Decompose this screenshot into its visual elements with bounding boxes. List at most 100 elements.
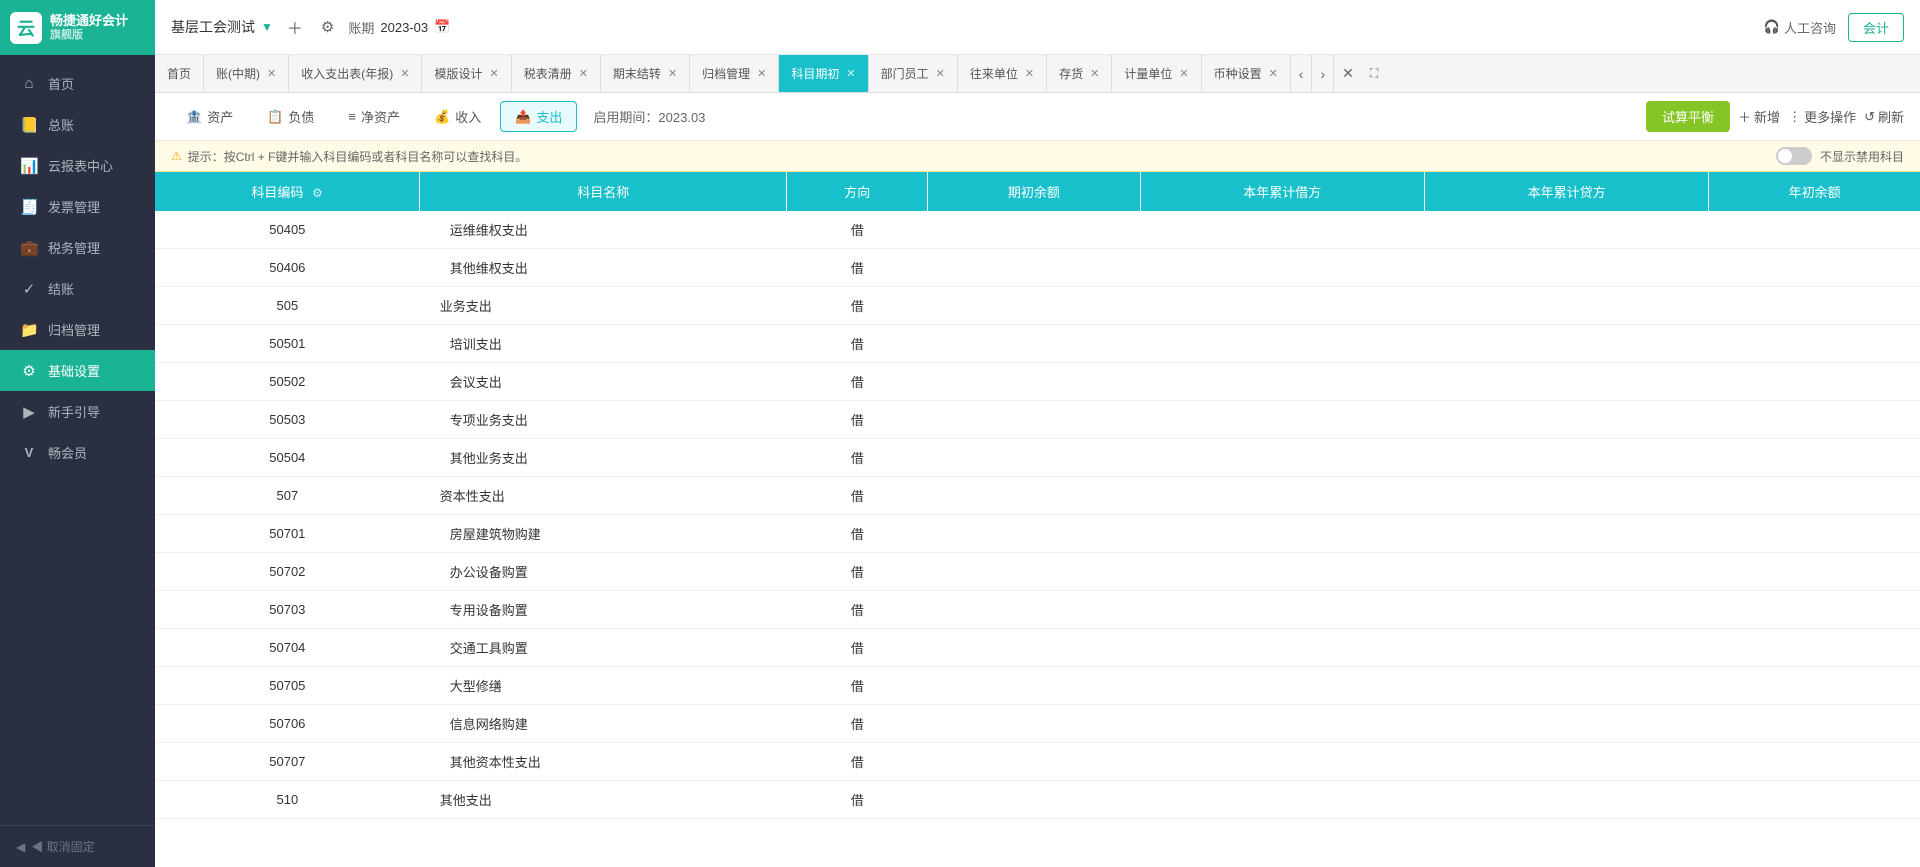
subtab-expenditure[interactable]: 📤 支出 — [500, 101, 577, 132]
balance-button[interactable]: 试算平衡 — [1646, 101, 1730, 132]
more-button[interactable]: ⋮ 更多操作 — [1788, 107, 1856, 126]
table-row[interactable]: 50503 专项业务支出 借 — [155, 401, 1920, 439]
sidebar-item-checkout[interactable]: ✓ 结账 — [0, 268, 155, 309]
tab-close-all-button[interactable]: ✕ — [1334, 55, 1362, 92]
add-button[interactable]: ＋ + 新增 新增 — [1738, 107, 1780, 126]
table-row[interactable]: 50704 交通工具购置 借 — [155, 629, 1920, 667]
table-row[interactable]: 505 业务支出 借 — [155, 287, 1920, 325]
cell-opening — [928, 629, 1141, 667]
tab-expand-button[interactable]: ⛶ — [1362, 55, 1386, 92]
tab-period-end[interactable]: 期末结转 ✕ — [601, 55, 690, 92]
tab-close-inventory[interactable]: ✕ — [1090, 67, 1099, 80]
table-row[interactable]: 50705 大型修缮 借 — [155, 667, 1920, 705]
tab-close-tax[interactable]: ✕ — [579, 67, 588, 80]
ledger-icon: 📒 — [20, 116, 38, 134]
sidebar-label-ledger: 总账 — [48, 115, 74, 134]
table-row[interactable]: 50405 运维维权支出 借 — [155, 211, 1920, 249]
cell-code: 50704 — [155, 629, 420, 667]
cell-year-opening — [1709, 515, 1920, 553]
sidebar-label-tax: 税务管理 — [48, 238, 100, 257]
cell-ytd-debit — [1140, 705, 1424, 743]
sidebar-item-settings[interactable]: ⚙ 基础设置 — [0, 350, 155, 391]
calendar-icon[interactable]: 📅 — [434, 19, 450, 35]
user-role-button[interactable]: 会计 — [1848, 13, 1904, 42]
subtab-net-asset[interactable]: ≡ 净资产 — [333, 101, 415, 132]
sidebar-collapse-btn[interactable]: ◀ ◀ 取消固定 — [0, 825, 155, 867]
support-button[interactable]: 🎧 人工咨询 — [1764, 18, 1836, 37]
tab-archive[interactable]: 归档管理 ✕ — [690, 55, 779, 92]
tab-inventory[interactable]: 存货 ✕ — [1047, 55, 1112, 92]
tab-close-template[interactable]: ✕ — [489, 67, 498, 80]
tab-prev-button[interactable]: ‹ — [1291, 55, 1313, 92]
tab-income-label: 收入支出表(年报) — [301, 65, 393, 82]
sidebar-item-guide[interactable]: ▶ 新手引导 — [0, 391, 155, 432]
tab-close-archive[interactable]: ✕ — [757, 67, 766, 80]
sidebar-item-archive[interactable]: 📁 归档管理 — [0, 309, 155, 350]
cell-opening — [928, 287, 1141, 325]
tab-close-dept[interactable]: ✕ — [936, 67, 945, 80]
cell-code: 50501 — [155, 325, 420, 363]
sidebar-item-ledger[interactable]: 📒 总账 — [0, 104, 155, 145]
tab-tax[interactable]: 税表清册 ✕ — [512, 55, 601, 92]
disable-toggle[interactable] — [1776, 147, 1812, 165]
tab-home[interactable]: 首页 — [155, 55, 204, 92]
topbar: 基层工会测试 ▼ ＋ ⚙ 账期 2023-03 📅 🎧 人工咨询 会计 — [155, 0, 1920, 55]
project-selector[interactable]: 基层工会测试 ▼ — [171, 17, 273, 37]
tab-close-currency[interactable]: ✕ — [1269, 67, 1278, 80]
tab-close-period-end[interactable]: ✕ — [668, 67, 677, 80]
tab-close-income[interactable]: ✕ — [400, 67, 409, 80]
table-row[interactable]: 510 其他支出 借 — [155, 781, 1920, 819]
cell-name: 培训支出 — [420, 325, 787, 363]
tab-dept[interactable]: 部门员工 ✕ — [869, 55, 958, 92]
table-row[interactable]: 50703 专用设备购置 借 — [155, 591, 1920, 629]
tab-period[interactable]: 账(中期) ✕ — [204, 55, 289, 92]
tab-unit[interactable]: 计量单位 ✕ — [1112, 55, 1201, 92]
tab-close-unit[interactable]: ✕ — [1179, 67, 1188, 80]
period-label: 账期 — [348, 18, 374, 37]
sidebar-item-member[interactable]: V 畅会员 — [0, 432, 155, 473]
subtab-asset[interactable]: 🏦 资产 — [171, 101, 248, 132]
table-row[interactable]: 50502 会议支出 借 — [155, 363, 1920, 401]
cell-year-opening — [1709, 705, 1920, 743]
cell-ytd-debit — [1140, 781, 1424, 819]
cell-code: 50504 — [155, 439, 420, 477]
guide-icon: ▶ — [20, 403, 38, 421]
tab-template[interactable]: 模版设计 ✕ — [422, 55, 511, 92]
cell-direction: 借 — [787, 667, 928, 705]
table-row[interactable]: 50406 其他维权支出 借 — [155, 249, 1920, 287]
add-tab-button[interactable]: ＋ — [283, 11, 307, 43]
cell-year-opening — [1709, 211, 1920, 249]
refresh-button[interactable]: ↺ 刷新 — [1864, 107, 1904, 126]
subtab-liability[interactable]: 📋 负债 — [252, 101, 329, 132]
table-row[interactable]: 50702 办公设备购置 借 — [155, 553, 1920, 591]
sidebar-item-home[interactable]: ⌂ 首页 — [0, 63, 155, 104]
sidebar-item-tax[interactable]: 💼 税务管理 — [0, 227, 155, 268]
tab-period-end-label: 期末结转 — [613, 65, 661, 82]
table-header-row: 科目编码 ⚙ 科目名称 方向 期初余额 本年累计借方 本年累计贷方 年初余额 — [155, 172, 1920, 211]
table-row[interactable]: 50706 信息网络购建 借 — [155, 705, 1920, 743]
sidebar-item-reports[interactable]: 📊 云报表中心 — [0, 145, 155, 186]
tab-partner[interactable]: 往来单位 ✕ — [958, 55, 1047, 92]
table-row[interactable]: 507 资本性支出 借 — [155, 477, 1920, 515]
table-row[interactable]: 50707 其他资本性支出 借 — [155, 743, 1920, 781]
tab-currency[interactable]: 币种设置 ✕ — [1202, 55, 1291, 92]
hint-text: 提示：按Ctrl + F键并输入科目编码或者科目名称可以查找科目。 — [188, 148, 528, 165]
tab-close-partner[interactable]: ✕ — [1025, 67, 1034, 80]
table-row[interactable]: 50701 房屋建筑物购建 借 — [155, 515, 1920, 553]
cell-ytd-credit — [1424, 477, 1708, 515]
cell-name: 会议支出 — [420, 363, 787, 401]
tab-income[interactable]: 收入支出表(年报) ✕ — [289, 55, 422, 92]
cell-name: 专用设备购置 — [420, 591, 787, 629]
table-row[interactable]: 50501 培训支出 借 — [155, 325, 1920, 363]
sidebar-item-invoice[interactable]: 🧾 发票管理 — [0, 186, 155, 227]
col-settings-icon[interactable]: ⚙ — [312, 186, 323, 200]
settings-gear-icon[interactable]: ⚙ — [317, 14, 338, 40]
tab-archive-label: 归档管理 — [702, 65, 750, 82]
tab-close-period[interactable]: ✕ — [267, 67, 276, 80]
subtab-income[interactable]: 💰 收入 — [419, 101, 496, 132]
tab-next-button[interactable]: › — [1312, 55, 1334, 92]
tab-close-subject-init[interactable]: ✕ — [846, 67, 855, 80]
cell-name: 业务支出 — [420, 287, 787, 325]
tab-subject-init[interactable]: 科目期初 ✕ — [779, 55, 868, 92]
table-row[interactable]: 50504 其他业务支出 借 — [155, 439, 1920, 477]
